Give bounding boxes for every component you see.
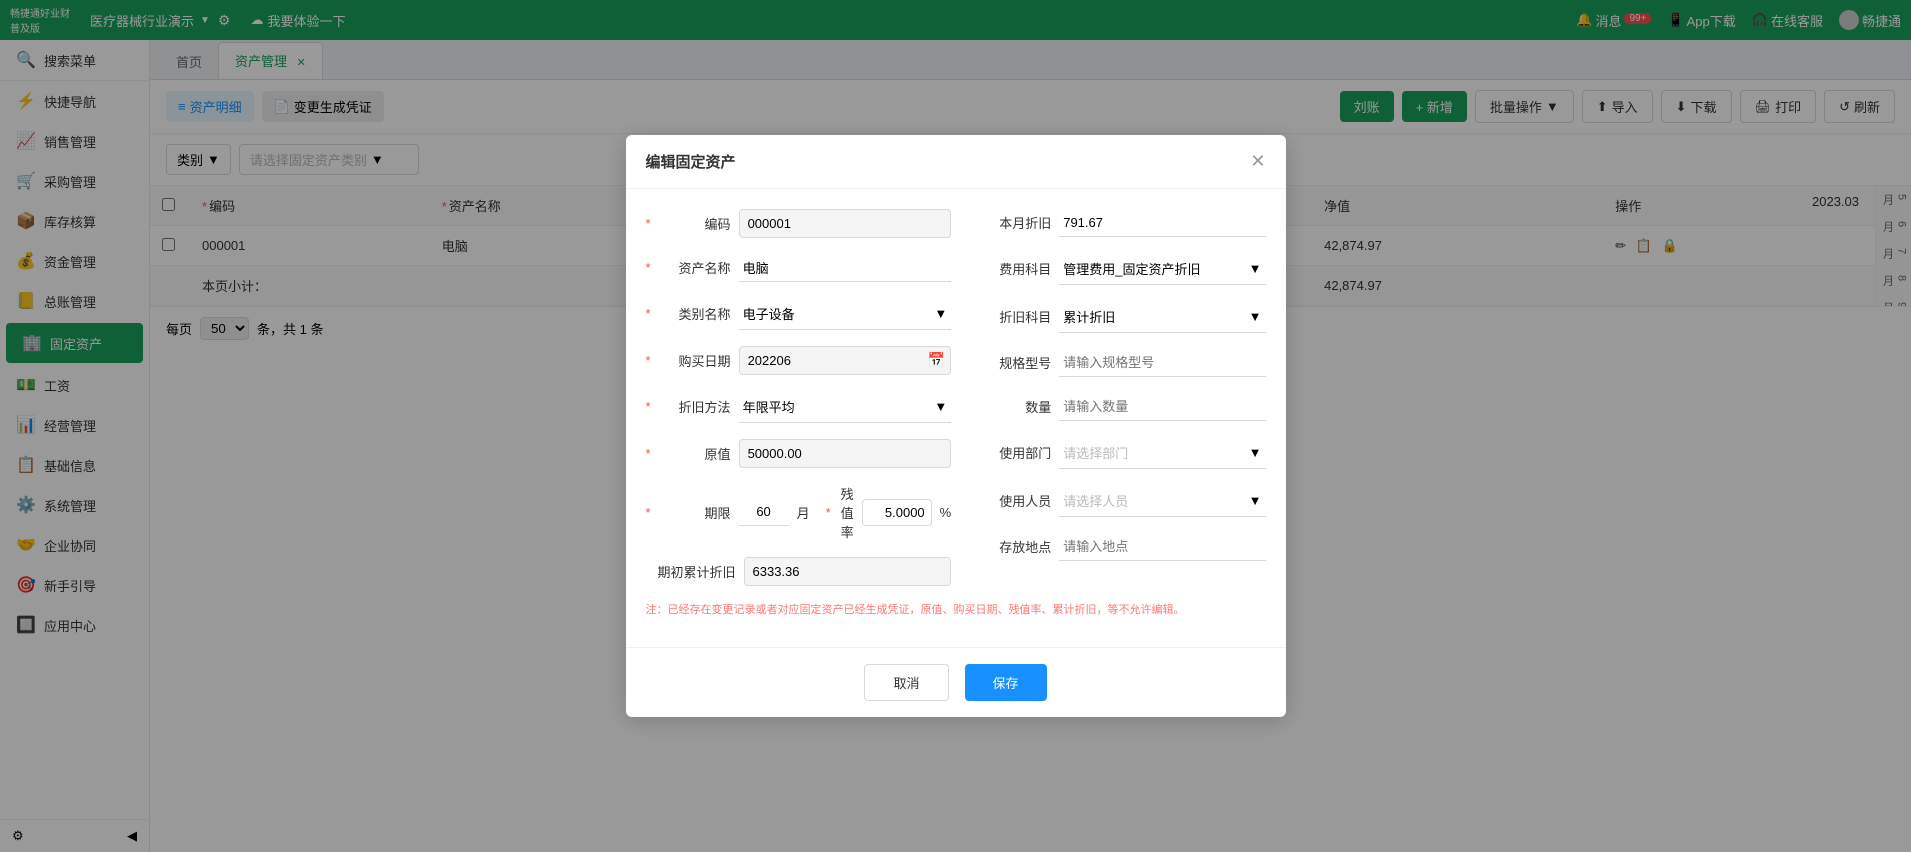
form-row-dep-method: * 折旧方法 年限平均 ▼ [646,391,952,423]
original-value-label: 原值 [661,444,731,463]
purchase-date-input[interactable] [739,346,952,375]
form-row-department: 使用部门 请选择部门 ▼ [981,437,1265,469]
form-row-original-value: * 原值 [646,439,952,468]
form-row-period: * 期限 月 * 残值率 % [646,484,952,541]
expense-subject-label: 费用科目 [981,259,1051,278]
name-label: 资产名称 [661,258,731,277]
original-value-input[interactable] [739,439,952,468]
form-grid: * 编码 * 资产名称 * 类别名称 电子 [646,209,1266,586]
dep-method-value: 年限平均 [743,397,795,416]
cancel-button[interactable]: 取消 [864,664,948,701]
modal-body: * 编码 * 资产名称 * 类别名称 电子 [626,189,1286,648]
calendar-icon[interactable]: 📅 [928,352,945,369]
chevron-down-icon: ▼ [1249,445,1262,460]
model-input[interactable] [1059,349,1265,377]
form-row-purchase-date: * 购买日期 📅 [646,346,952,375]
form-row-name: * 资产名称 [646,254,952,282]
user-label: 使用人员 [981,491,1051,510]
department-label: 使用部门 [981,443,1051,462]
form-row-model: 规格型号 [981,349,1265,377]
department-select[interactable]: 请选择部门 ▼ [1059,437,1265,469]
edit-asset-modal: 编辑固定资产 ✕ * 编码 * 资产名称 [626,135,1286,718]
residual-rate-label: 残值率 [841,484,854,541]
residual-rate-input[interactable] [862,499,932,526]
form-row-initial-accumulated: 期初累计折旧 [646,557,952,586]
form-left: * 编码 * 资产名称 * 类别名称 电子 [646,209,952,586]
user-select[interactable]: 请选择人员 ▼ [1059,485,1265,517]
modal-close-btn[interactable]: ✕ [1250,152,1265,170]
department-placeholder: 请选择部门 [1063,443,1128,462]
initial-accumulated-input[interactable] [744,557,952,586]
form-row-monthly-dep: 本月折旧 [981,209,1265,237]
dep-subject-value: 累计折旧 [1063,307,1115,326]
modal-header: 编辑固定资产 ✕ [626,135,1286,189]
expense-subject-value: 管理费用_固定资产折旧 [1063,259,1200,278]
period-unit: 月 [797,503,810,522]
code-label: 编码 [661,214,731,233]
code-input[interactable] [739,209,952,238]
form-row-user: 使用人员 请选择人员 ▼ [981,485,1265,517]
form-row-dep-subject: 折旧科目 累计折旧 ▼ [981,301,1265,333]
chevron-down-icon: ▼ [934,399,947,414]
dep-subject-label: 折旧科目 [981,307,1051,326]
category-value: 电子设备 [743,304,795,323]
chevron-down-icon: ▼ [934,306,947,321]
form-row-quantity: 数量 [981,393,1265,421]
dep-subject-select[interactable]: 累计折旧 ▼ [1059,301,1265,333]
user-placeholder: 请选择人员 [1063,491,1128,510]
expense-subject-select[interactable]: 管理费用_固定资产折旧 ▼ [1059,253,1265,285]
initial-accumulated-label: 期初累计折旧 [646,562,736,581]
location-label: 存放地点 [981,537,1051,556]
name-input[interactable] [739,254,952,282]
location-input[interactable] [1059,533,1265,561]
modal-title: 编辑固定资产 [646,151,736,172]
chevron-down-icon: ▼ [1249,309,1262,324]
chevron-down-icon: ▼ [1249,261,1262,276]
model-label: 规格型号 [981,353,1051,372]
modal-footer: 取消 保存 [626,647,1286,717]
purchase-date-label: 购买日期 [661,351,731,370]
note-text: 注：已经存在变更记录或者对应固定资产已经生成凭证，原值、购买日期、残值率、累计折… [646,604,1185,616]
form-row-location: 存放地点 [981,533,1265,561]
save-button[interactable]: 保存 [965,664,1047,701]
monthly-dep-label: 本月折旧 [981,213,1051,232]
form-row-category: * 类别名称 电子设备 ▼ [646,298,952,330]
form-row-expense-subject: 费用科目 管理费用_固定资产折旧 ▼ [981,253,1265,285]
quantity-input[interactable] [1059,393,1265,421]
category-select[interactable]: 电子设备 ▼ [739,298,952,330]
form-row-code: * 编码 [646,209,952,238]
quantity-label: 数量 [981,397,1051,416]
monthly-dep-input[interactable] [1059,209,1265,237]
residual-rate-unit: % [940,505,952,520]
form-right: 本月折旧 费用科目 管理费用_固定资产折旧 ▼ 折旧科目 [981,209,1265,586]
form-note: 注：已经存在变更记录或者对应固定资产已经生成凭证，原值、购买日期、残值率、累计折… [646,602,1266,628]
chevron-down-icon: ▼ [1249,493,1262,508]
period-input[interactable] [739,498,789,526]
dep-method-select[interactable]: 年限平均 ▼ [739,391,952,423]
category-label: 类别名称 [661,304,731,323]
period-label: 期限 [661,503,731,522]
modal-overlay: 编辑固定资产 ✕ * 编码 * 资产名称 [0,0,1911,852]
dep-method-label: 折旧方法 [661,397,731,416]
